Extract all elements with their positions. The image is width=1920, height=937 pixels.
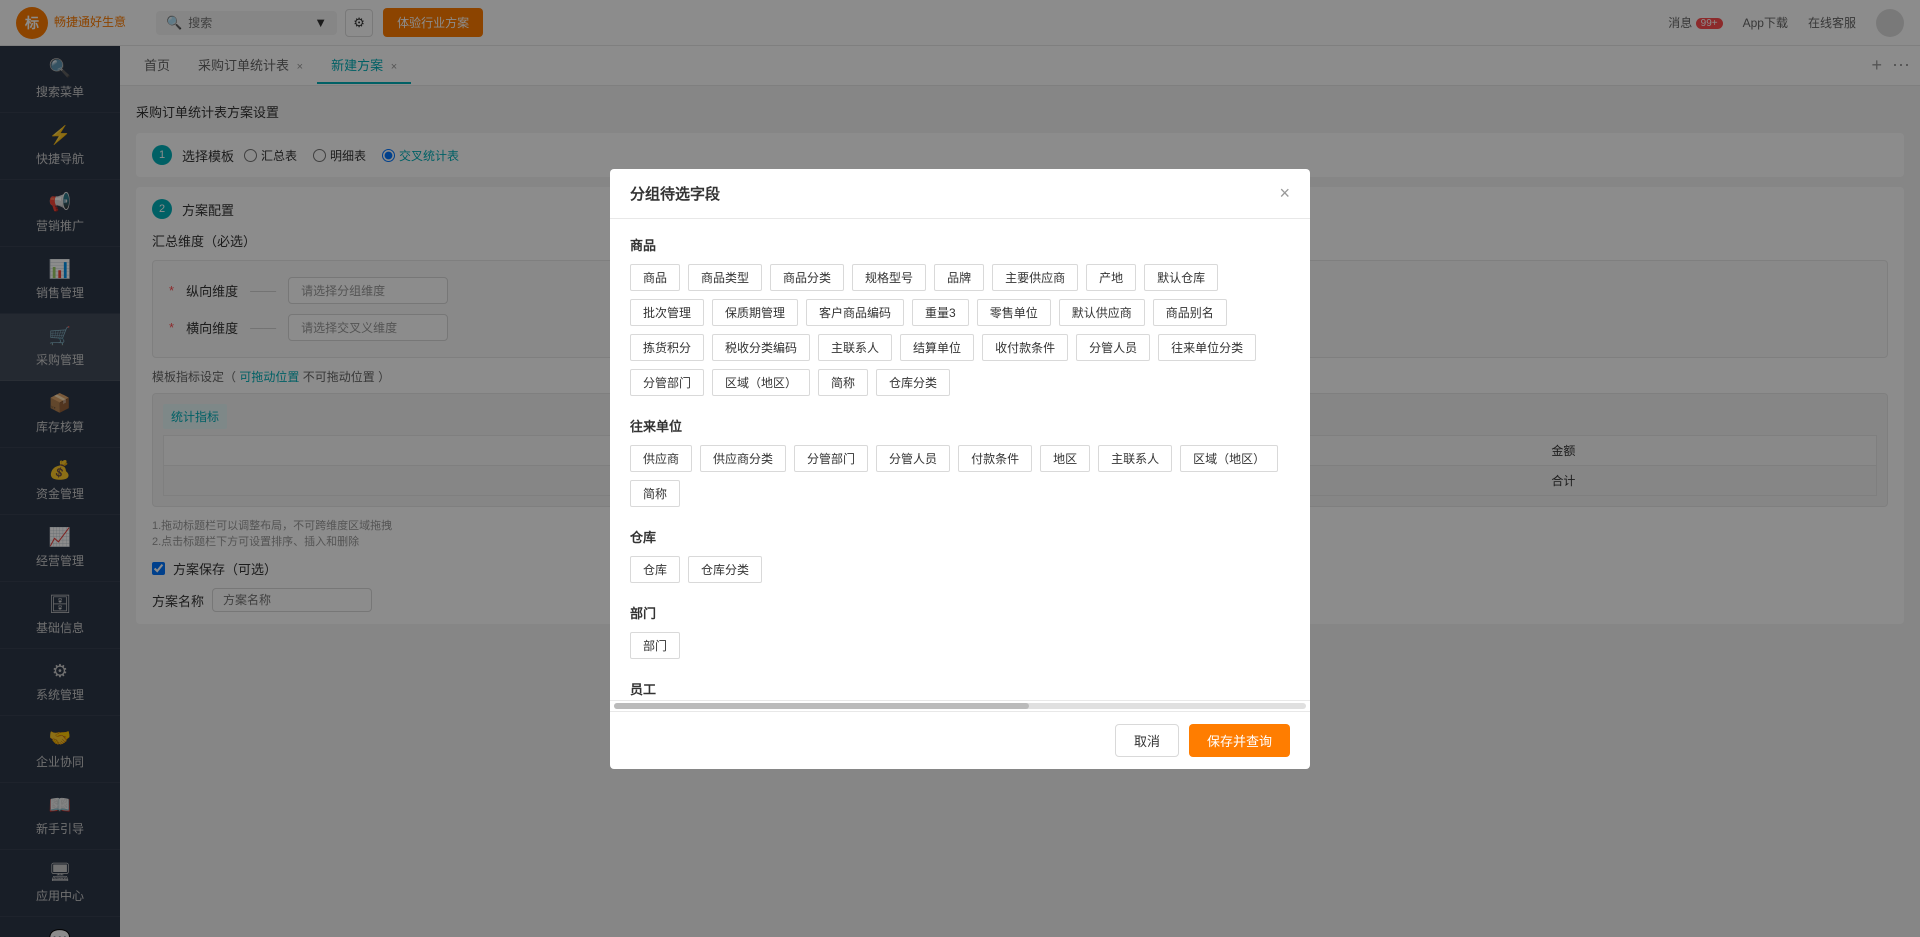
cancel-button[interactable]: 取消 bbox=[1115, 724, 1179, 757]
section-warehouse-title: 仓库 bbox=[630, 527, 1290, 546]
field-tag[interactable]: 区域（地区） bbox=[712, 369, 810, 396]
save-button[interactable]: 保存并查询 bbox=[1189, 724, 1290, 757]
section-product-title: 商品 bbox=[630, 235, 1290, 254]
field-tag[interactable]: 主要供应商 bbox=[992, 264, 1078, 291]
section-product: 商品 商品 商品类型 商品分类 规格型号 品牌 主要供应商 产地 默认仓库 批次… bbox=[630, 235, 1290, 396]
scroll-track bbox=[614, 703, 1306, 709]
section-department: 部门 部门 bbox=[630, 603, 1290, 659]
field-tag[interactable]: 税收分类编码 bbox=[712, 334, 810, 361]
field-tag[interactable]: 部门 bbox=[630, 632, 680, 659]
field-tag[interactable]: 重量3 bbox=[912, 299, 969, 326]
section-counterparty: 往来单位 供应商 供应商分类 分管部门 分管人员 付款条件 地区 主联系人 区域… bbox=[630, 416, 1290, 507]
field-tag[interactable]: 商品 bbox=[630, 264, 680, 291]
modal-body: 商品 商品 商品类型 商品分类 规格型号 品牌 主要供应商 产地 默认仓库 批次… bbox=[610, 219, 1310, 700]
section-warehouse: 仓库 仓库 仓库分类 bbox=[630, 527, 1290, 583]
field-tag[interactable]: 付款条件 bbox=[958, 445, 1032, 472]
department-fields: 部门 bbox=[630, 632, 1290, 659]
field-tag[interactable]: 默认仓库 bbox=[1144, 264, 1218, 291]
field-tag[interactable]: 收付款条件 bbox=[982, 334, 1068, 361]
field-tag[interactable]: 供应商 bbox=[630, 445, 692, 472]
warehouse-fields: 仓库 仓库分类 bbox=[630, 556, 1290, 583]
product-fields: 商品 商品类型 商品分类 规格型号 品牌 主要供应商 产地 默认仓库 批次管理 … bbox=[630, 264, 1290, 396]
field-tag[interactable]: 拣货积分 bbox=[630, 334, 704, 361]
field-tag[interactable]: 简称 bbox=[630, 480, 680, 507]
modal-footer: 取消 保存并查询 bbox=[610, 711, 1310, 769]
field-tag[interactable]: 零售单位 bbox=[977, 299, 1051, 326]
field-tag[interactable]: 仓库分类 bbox=[876, 369, 950, 396]
section-employee-title: 员工 bbox=[630, 679, 1290, 698]
field-tag[interactable]: 规格型号 bbox=[852, 264, 926, 291]
field-tag[interactable]: 主联系人 bbox=[818, 334, 892, 361]
field-tag[interactable]: 供应商分类 bbox=[700, 445, 786, 472]
field-tag[interactable]: 分管部门 bbox=[630, 369, 704, 396]
field-tag[interactable]: 品牌 bbox=[934, 264, 984, 291]
section-counterparty-title: 往来单位 bbox=[630, 416, 1290, 435]
field-tag[interactable]: 商品别名 bbox=[1153, 299, 1227, 326]
field-tag[interactable]: 区域（地区） bbox=[1180, 445, 1278, 472]
field-tag[interactable]: 仓库分类 bbox=[688, 556, 762, 583]
field-tag[interactable]: 简称 bbox=[818, 369, 868, 396]
field-tag[interactable]: 保质期管理 bbox=[712, 299, 798, 326]
field-tag[interactable]: 主联系人 bbox=[1098, 445, 1172, 472]
field-tag[interactable]: 产地 bbox=[1086, 264, 1136, 291]
field-tag[interactable]: 批次管理 bbox=[630, 299, 704, 326]
field-tag[interactable]: 结算单位 bbox=[900, 334, 974, 361]
modal-horizontal-scrollbar[interactable] bbox=[610, 700, 1310, 711]
field-select-modal: 分组待选字段 × 商品 商品 商品类型 商品分类 规格型号 品牌 主要供应商 产… bbox=[610, 169, 1310, 769]
modal-header: 分组待选字段 × bbox=[610, 169, 1310, 219]
field-tag[interactable]: 分管部门 bbox=[794, 445, 868, 472]
field-tag[interactable]: 地区 bbox=[1040, 445, 1090, 472]
section-department-title: 部门 bbox=[630, 603, 1290, 622]
field-tag[interactable]: 商品类型 bbox=[688, 264, 762, 291]
counterparty-fields: 供应商 供应商分类 分管部门 分管人员 付款条件 地区 主联系人 区域（地区） … bbox=[630, 445, 1290, 507]
field-tag[interactable]: 商品分类 bbox=[770, 264, 844, 291]
modal-title: 分组待选字段 bbox=[630, 183, 720, 204]
field-tag[interactable]: 分管人员 bbox=[1076, 334, 1150, 361]
section-employee: 员工 业务员 bbox=[630, 679, 1290, 700]
scroll-thumb bbox=[614, 703, 1029, 709]
field-tag[interactable]: 默认供应商 bbox=[1059, 299, 1145, 326]
modal-close-button[interactable]: × bbox=[1279, 184, 1290, 202]
field-tag[interactable]: 分管人员 bbox=[876, 445, 950, 472]
field-tag[interactable]: 客户商品编码 bbox=[806, 299, 904, 326]
field-tag[interactable]: 仓库 bbox=[630, 556, 680, 583]
modal-overlay: 分组待选字段 × 商品 商品 商品类型 商品分类 规格型号 品牌 主要供应商 产… bbox=[0, 0, 1920, 937]
field-tag[interactable]: 往来单位分类 bbox=[1158, 334, 1256, 361]
